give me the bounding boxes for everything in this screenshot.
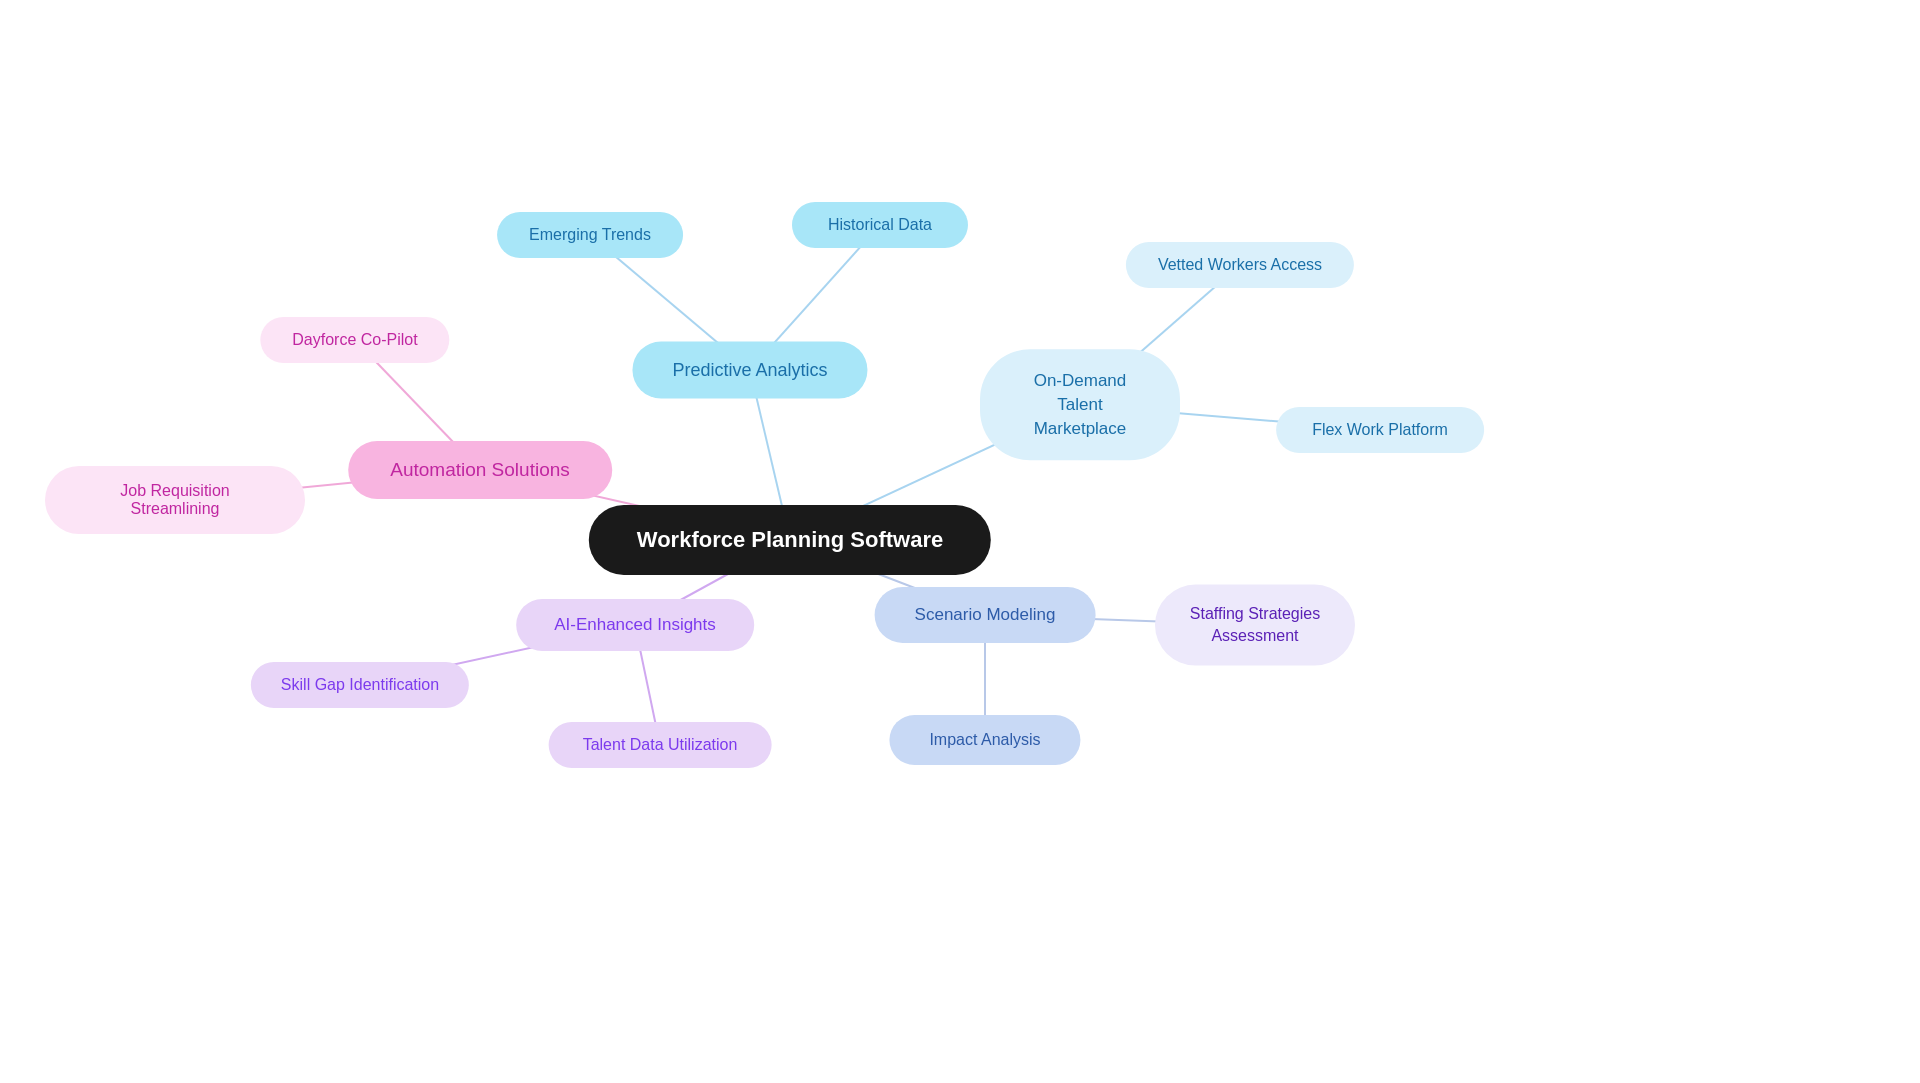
- center-node[interactable]: Workforce Planning Software: [589, 505, 991, 575]
- job-requisition-node[interactable]: Job Requisition Streamlining: [45, 466, 305, 534]
- skill-gap-node[interactable]: Skill Gap Identification: [251, 662, 469, 708]
- emerging-trends-node[interactable]: Emerging Trends: [497, 212, 683, 258]
- scenario-modeling-node[interactable]: Scenario Modeling: [875, 587, 1096, 643]
- historical-data-node[interactable]: Historical Data: [792, 202, 968, 248]
- staffing-strategies-node[interactable]: Staffing Strategies Assessment: [1155, 585, 1355, 666]
- flex-work-node[interactable]: Flex Work Platform: [1276, 407, 1484, 453]
- vetted-workers-node[interactable]: Vetted Workers Access: [1126, 242, 1354, 288]
- impact-analysis-node[interactable]: Impact Analysis: [889, 715, 1080, 765]
- predictive-analytics-node[interactable]: Predictive Analytics: [632, 342, 867, 399]
- on-demand-talent-node[interactable]: On-Demand Talent Marketplace: [980, 349, 1180, 460]
- ai-insights-node[interactable]: AI-Enhanced Insights: [516, 599, 754, 651]
- automation-solutions-node[interactable]: Automation Solutions: [348, 441, 612, 499]
- dayforce-node[interactable]: Dayforce Co-Pilot: [260, 317, 449, 363]
- talent-data-node[interactable]: Talent Data Utilization: [549, 722, 772, 768]
